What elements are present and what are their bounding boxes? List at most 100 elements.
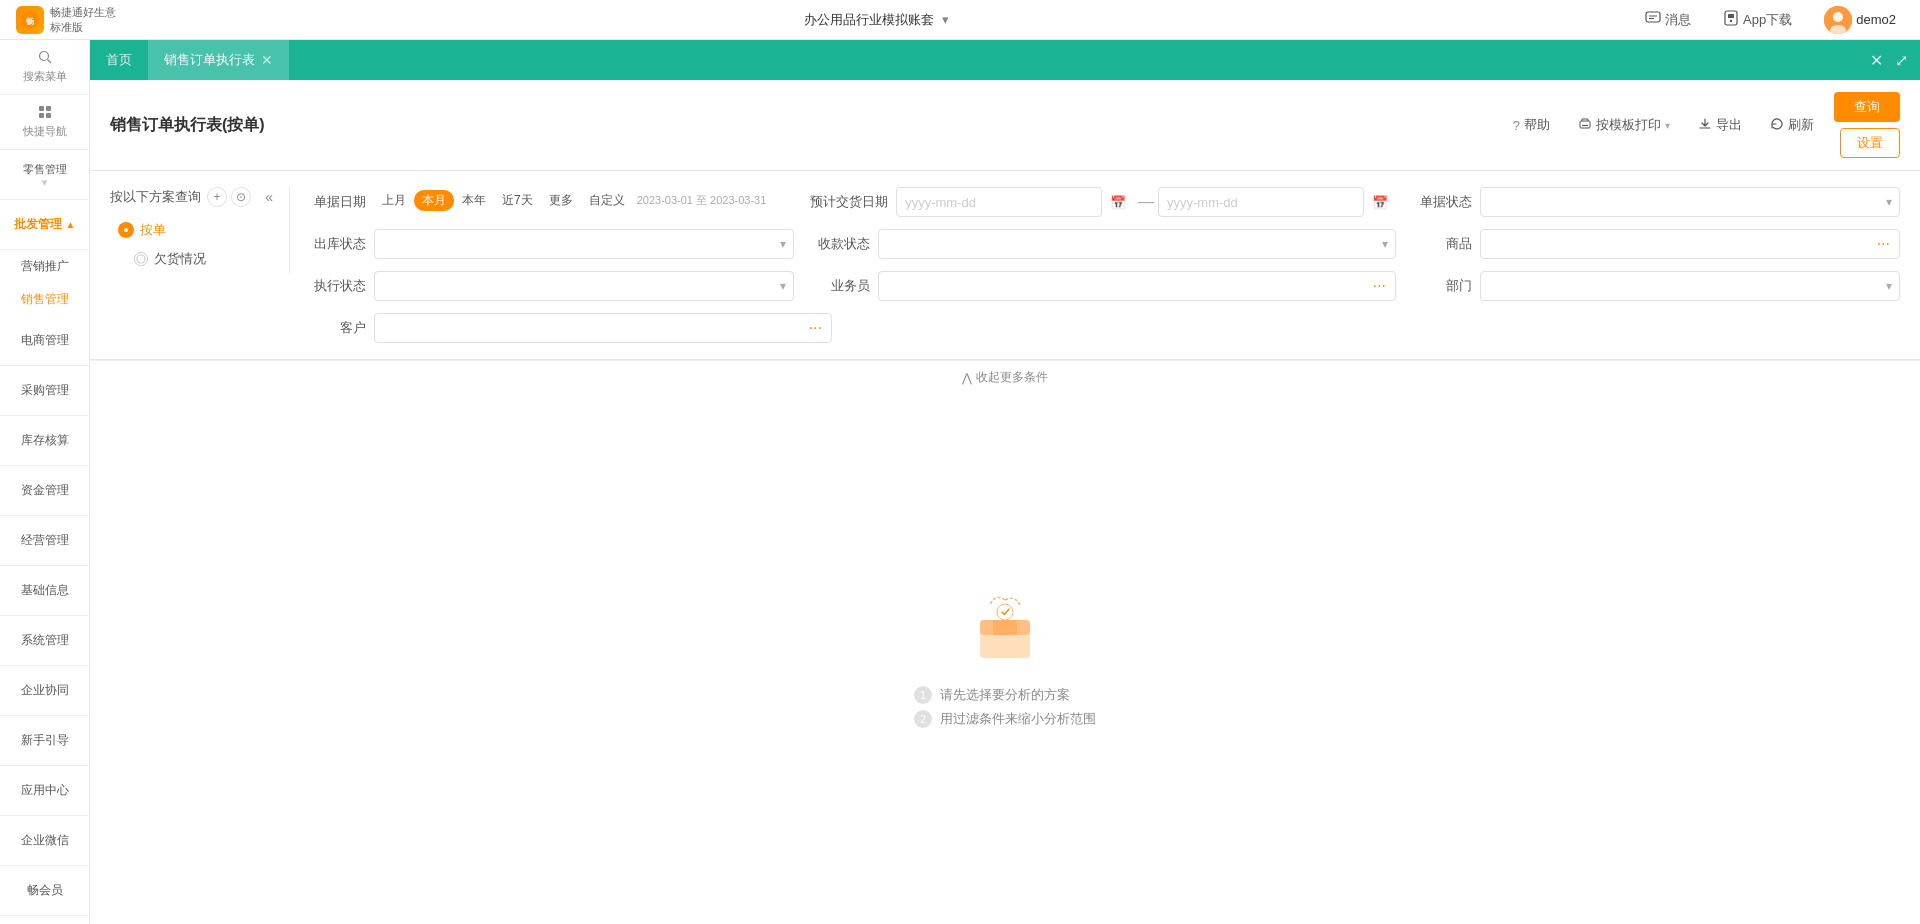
help-button[interactable]: ? 帮助	[1505, 112, 1558, 138]
sidebar-wholesale-label: 批发管理	[14, 216, 62, 233]
scheme-edit-icon[interactable]: ⊙	[231, 187, 251, 207]
filter-panel: 按以下方案查询 + ⊙ « 按单	[90, 171, 1920, 360]
sidebar-item-operations[interactable]: 经营管理	[0, 516, 89, 566]
filter-row-1: 单据日期 上月 本月 本年 近7天 更多 自定义	[306, 187, 1900, 217]
customer-dots-icon[interactable]: ···	[805, 319, 826, 337]
svg-point-9	[39, 52, 48, 61]
date-tab-last-month[interactable]: 上月	[374, 190, 414, 211]
date-tab-this-month[interactable]: 本月	[414, 190, 454, 211]
sidebar-item-wechat[interactable]: 企业微信	[0, 816, 89, 866]
export-button[interactable]: 导出	[1690, 112, 1750, 138]
page-title: 销售订单执行表(按单)	[110, 115, 265, 136]
date-separator: —	[1138, 193, 1154, 211]
sidebar-item-guide[interactable]: 新手引导	[0, 716, 89, 766]
sidebar-item-retail[interactable]: 零售管理 ▼	[0, 150, 89, 200]
logo-icon: 畅	[16, 6, 44, 34]
sidebar-item-purchase[interactable]: 采购管理	[0, 366, 89, 416]
right-panel-actions: 查询 设置	[1834, 92, 1900, 158]
filter-bill-date: 单据日期 上月 本月 本年 近7天 更多 自定义	[306, 190, 794, 215]
collapse-row[interactable]: ⋀ 收起更多条件	[90, 360, 1920, 394]
sidebar-search[interactable]: 搜索菜单	[0, 40, 89, 95]
svg-point-18	[124, 228, 128, 232]
collection-status-select[interactable]	[878, 229, 1396, 259]
app-download-button[interactable]: App下载	[1715, 6, 1800, 33]
scheme-item-single[interactable]: 按单	[110, 215, 273, 245]
window-maximize-button[interactable]: ⤢	[1891, 47, 1912, 74]
sidebar-finance-label: 资金管理	[21, 482, 69, 499]
refresh-button[interactable]: 刷新	[1762, 112, 1822, 138]
svg-point-23	[997, 604, 1013, 620]
sidebar-quick-nav-label: 快捷导航	[23, 124, 67, 139]
exec-status-select[interactable]	[374, 271, 794, 301]
expected-date-end[interactable]	[1158, 187, 1364, 217]
empty-hint-2: 2 用过滤条件来缩小分析范围	[914, 710, 1096, 728]
sidebar-collab-label: 企业协同	[21, 682, 69, 699]
scheme-active-icon	[118, 222, 134, 238]
top-header: 畅 畅捷通好生意 标准版 办公用品行业模拟账套 ▾ 消息 App下载	[0, 0, 1920, 40]
sidebar-item-wholesale[interactable]: 批发管理 ▲	[0, 200, 89, 250]
sidebar-item-member[interactable]: 畅会员	[0, 866, 89, 916]
sidebar-item-collab[interactable]: 企业协同	[0, 666, 89, 716]
tab-close-icon[interactable]: ✕	[261, 52, 273, 68]
filter-left: 按以下方案查询 + ⊙ « 按单	[110, 187, 290, 273]
scheme-header: 按以下方案查询 + ⊙ «	[110, 187, 273, 207]
sidebar-item-ecommerce[interactable]: 电商管理	[0, 316, 89, 366]
svg-rect-13	[39, 113, 44, 118]
expected-date-start-wrapper: 📅	[896, 187, 1134, 217]
svg-rect-2	[1646, 12, 1660, 22]
sidebar-item-system[interactable]: 系统管理	[0, 616, 89, 666]
sidebar-item-inventory[interactable]: 库存核算	[0, 416, 89, 466]
print-label: 按模板打印	[1596, 116, 1661, 134]
sidebar-base-label: 基础信息	[21, 582, 69, 599]
hint-num-2: 2	[914, 710, 932, 728]
scheme-item-shortage[interactable]: 欠货情况	[110, 245, 273, 273]
expected-date-start[interactable]	[896, 187, 1102, 217]
salesman-input[interactable]	[878, 271, 1396, 301]
filter-salesman: 业务员 ···	[810, 271, 1396, 301]
customer-wrapper: ···	[374, 313, 832, 343]
print-button[interactable]: 按模板打印 ▾	[1570, 112, 1678, 138]
main-layout: 搜索菜单 快捷导航 零售管理 ▼ 批发管理 ▲ 营销推广 销售管理 电商管理 采…	[0, 40, 1920, 924]
date-tab-custom[interactable]: 自定义	[581, 190, 633, 211]
bill-date-label: 单据日期	[306, 193, 366, 211]
filter-row-2: 出库状态 ▾ 收款状态	[306, 229, 1900, 259]
out-status-select[interactable]	[374, 229, 794, 259]
sidebar-quick-nav[interactable]: 快捷导航	[0, 95, 89, 150]
svg-point-19	[137, 255, 145, 263]
date-tab-7days[interactable]: 近7天	[494, 190, 541, 211]
message-button[interactable]: 消息	[1637, 6, 1699, 33]
customer-input[interactable]	[374, 313, 832, 343]
bill-status-select[interactable]	[1480, 187, 1900, 217]
workspace-selector[interactable]: 办公用品行业模拟账套 ▾	[804, 11, 949, 29]
sidebar-sub-marketing[interactable]: 营销推广	[0, 250, 89, 283]
product-input[interactable]	[1480, 229, 1900, 259]
scheme-collapse-icon[interactable]: «	[265, 189, 273, 205]
salesman-dots-icon[interactable]: ···	[1369, 277, 1390, 295]
salesman-label: 业务员	[810, 277, 870, 295]
export-label: 导出	[1716, 116, 1742, 134]
set-button[interactable]: 设置	[1840, 128, 1900, 158]
filter-customer: 客户 ···	[306, 313, 832, 343]
sidebar-item-base[interactable]: 基础信息	[0, 566, 89, 616]
query-button[interactable]: 查询	[1834, 92, 1900, 122]
date-tab-more[interactable]: 更多	[541, 190, 581, 211]
window-close-button[interactable]: ✕	[1866, 47, 1887, 74]
exec-status-wrapper: ▾	[374, 271, 794, 301]
dept-select[interactable]	[1480, 271, 1900, 301]
sidebar-item-finance[interactable]: 资金管理	[0, 466, 89, 516]
sidebar-item-appcenter[interactable]: 应用中心	[0, 766, 89, 816]
tab-sales-exec[interactable]: 销售订单执行表 ✕	[148, 40, 289, 80]
sidebar-sub-sales[interactable]: 销售管理	[0, 283, 89, 316]
date-tab-this-year[interactable]: 本年	[454, 190, 494, 211]
tab-sales-exec-label: 销售订单执行表	[164, 51, 255, 69]
user-profile[interactable]: demo2	[1816, 2, 1904, 38]
scheme-add-icon[interactable]: +	[207, 187, 227, 207]
dept-wrapper: ▾	[1480, 271, 1900, 301]
collection-status-label: 收款状态	[810, 235, 870, 253]
filter-expected-date: 预计交货日期 📅 —	[810, 187, 1396, 217]
tab-home[interactable]: 首页	[90, 40, 148, 80]
header-left: 畅 畅捷通好生意 标准版	[16, 5, 116, 34]
sidebar-inventory-label: 库存核算	[21, 432, 69, 449]
product-dots-icon[interactable]: ···	[1873, 235, 1894, 253]
sidebar-search-label: 搜索菜单	[23, 69, 67, 84]
